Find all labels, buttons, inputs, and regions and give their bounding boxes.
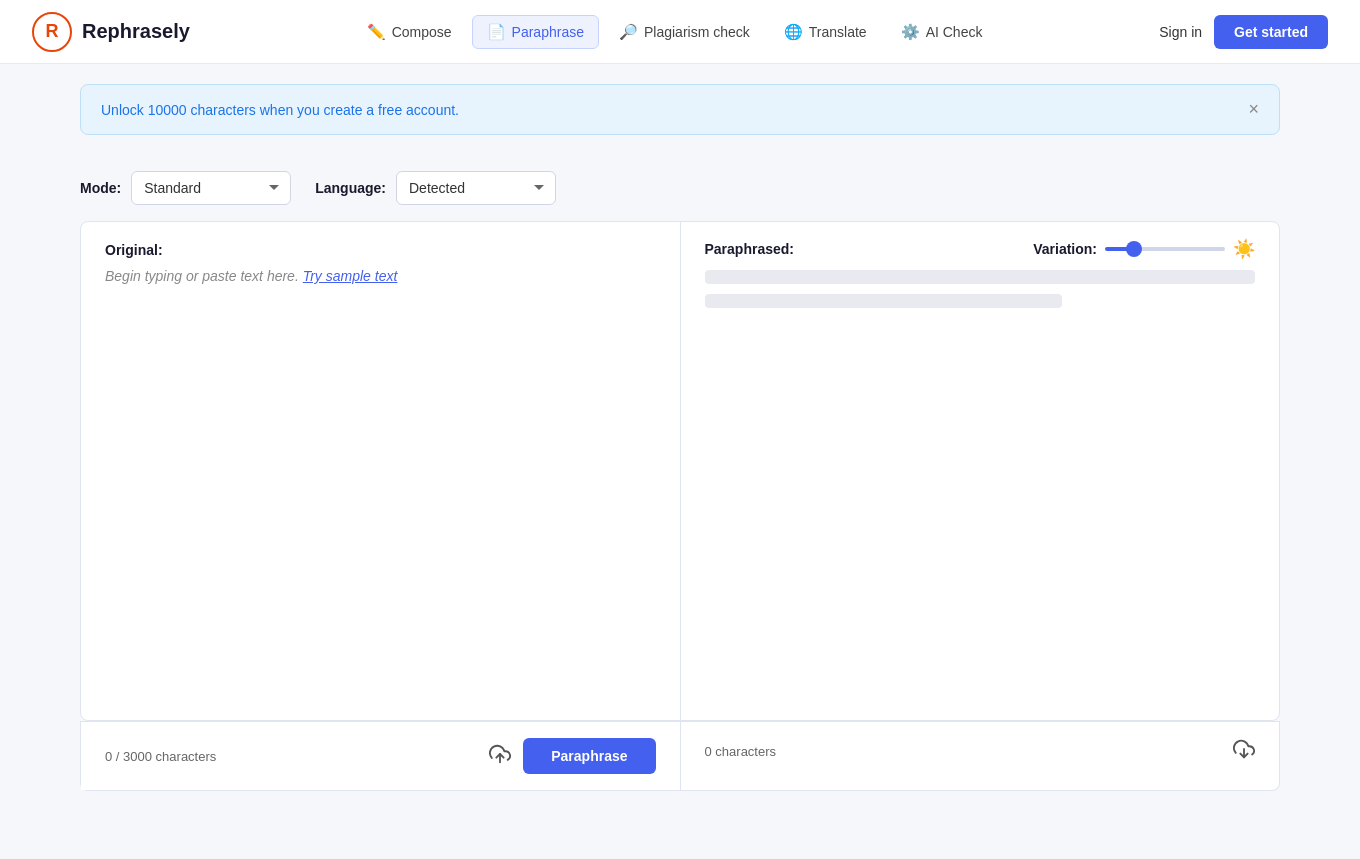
logo-icon: R (32, 12, 72, 52)
skeleton-line-2 (705, 294, 1063, 308)
original-placeholder: Begin typing or paste text here. Try sam… (105, 268, 656, 284)
nav-plagiarism[interactable]: 🔎 Plagiarism check (605, 16, 764, 48)
nav-compose-label: Compose (392, 24, 452, 40)
language-control: Language: Detected English Spanish Frenc… (315, 171, 556, 205)
mode-select[interactable]: Standard Fluency Creative Formal Academi… (131, 171, 291, 205)
nav-paraphrase[interactable]: 📄 Paraphrase (472, 15, 599, 49)
get-started-button[interactable]: Get started (1214, 15, 1328, 49)
original-footer: 0 / 3000 characters Paraphrase (81, 721, 681, 790)
language-label: Language: (315, 180, 386, 196)
main-panel: Original: Begin typing or paste text her… (80, 221, 1280, 721)
mode-label: Mode: (80, 180, 121, 196)
banner-close-button[interactable]: × (1248, 99, 1259, 120)
nav-translate[interactable]: 🌐 Translate (770, 16, 881, 48)
plagiarism-icon: 🔎 (619, 23, 638, 41)
try-sample-link[interactable]: Try sample text (303, 268, 398, 284)
main-nav: ✏️ Compose 📄 Paraphrase 🔎 Plagiarism che… (353, 15, 997, 49)
ai-check-icon: ⚙️ (901, 23, 920, 41)
paraphrased-body (681, 270, 1280, 720)
original-footer-bar: 0 / 3000 characters Paraphrase (81, 721, 680, 790)
sign-in-button[interactable]: Sign in (1159, 24, 1202, 40)
footer-actions: Paraphrase (489, 738, 655, 774)
translate-icon: 🌐 (784, 23, 803, 41)
upload-button[interactable] (489, 743, 511, 770)
paraphrased-label: Paraphrased: (705, 241, 794, 257)
paraphrase-button[interactable]: Paraphrase (523, 738, 655, 774)
nav-plagiarism-label: Plagiarism check (644, 24, 750, 40)
char-count: 0 / 3000 characters (105, 749, 216, 764)
nav-translate-label: Translate (809, 24, 867, 40)
original-body: Begin typing or paste text here. Try sam… (81, 268, 680, 720)
right-char-count: 0 characters (705, 744, 777, 759)
banner-text: Unlock 10000 characters when you create … (101, 102, 459, 118)
paraphrase-icon: 📄 (487, 23, 506, 41)
logo-name: Rephrasely (82, 20, 190, 43)
variation-settings-icon[interactable]: ☀️ (1233, 238, 1255, 260)
logo[interactable]: R Rephrasely (32, 12, 190, 52)
paraphrased-header: Paraphrased: Variation: ☀️ (681, 222, 1280, 270)
download-button[interactable] (1233, 738, 1255, 765)
variation-control: Variation: ☀️ (1033, 238, 1255, 260)
nav-paraphrase-label: Paraphrase (512, 24, 584, 40)
header-actions: Sign in Get started (1159, 15, 1328, 49)
variation-slider[interactable] (1105, 247, 1225, 251)
nav-compose[interactable]: ✏️ Compose (353, 16, 466, 48)
paraphrased-footer: 0 characters (681, 721, 1280, 790)
variation-label-text: Variation: (1033, 241, 1097, 257)
compose-icon: ✏️ (367, 23, 386, 41)
language-select[interactable]: Detected English Spanish French German I… (396, 171, 556, 205)
controls-bar: Mode: Standard Fluency Creative Formal A… (0, 155, 1360, 221)
nav-ai-check[interactable]: ⚙️ AI Check (887, 16, 997, 48)
header: R Rephrasely ✏️ Compose 📄 Paraphrase 🔎 P… (0, 0, 1360, 64)
original-panel: Original: Begin typing or paste text her… (81, 222, 681, 720)
footer-panels: 0 / 3000 characters Paraphrase 0 charact… (80, 721, 1280, 791)
original-header: Original: (81, 222, 680, 268)
mode-control: Mode: Standard Fluency Creative Formal A… (80, 171, 291, 205)
promo-banner: Unlock 10000 characters when you create … (80, 84, 1280, 135)
paraphrased-panel: Paraphrased: Variation: ☀️ (681, 222, 1280, 720)
skeleton-line-1 (705, 270, 1256, 284)
paraphrased-footer-bar: 0 characters (681, 721, 1280, 781)
nav-ai-check-label: AI Check (926, 24, 983, 40)
